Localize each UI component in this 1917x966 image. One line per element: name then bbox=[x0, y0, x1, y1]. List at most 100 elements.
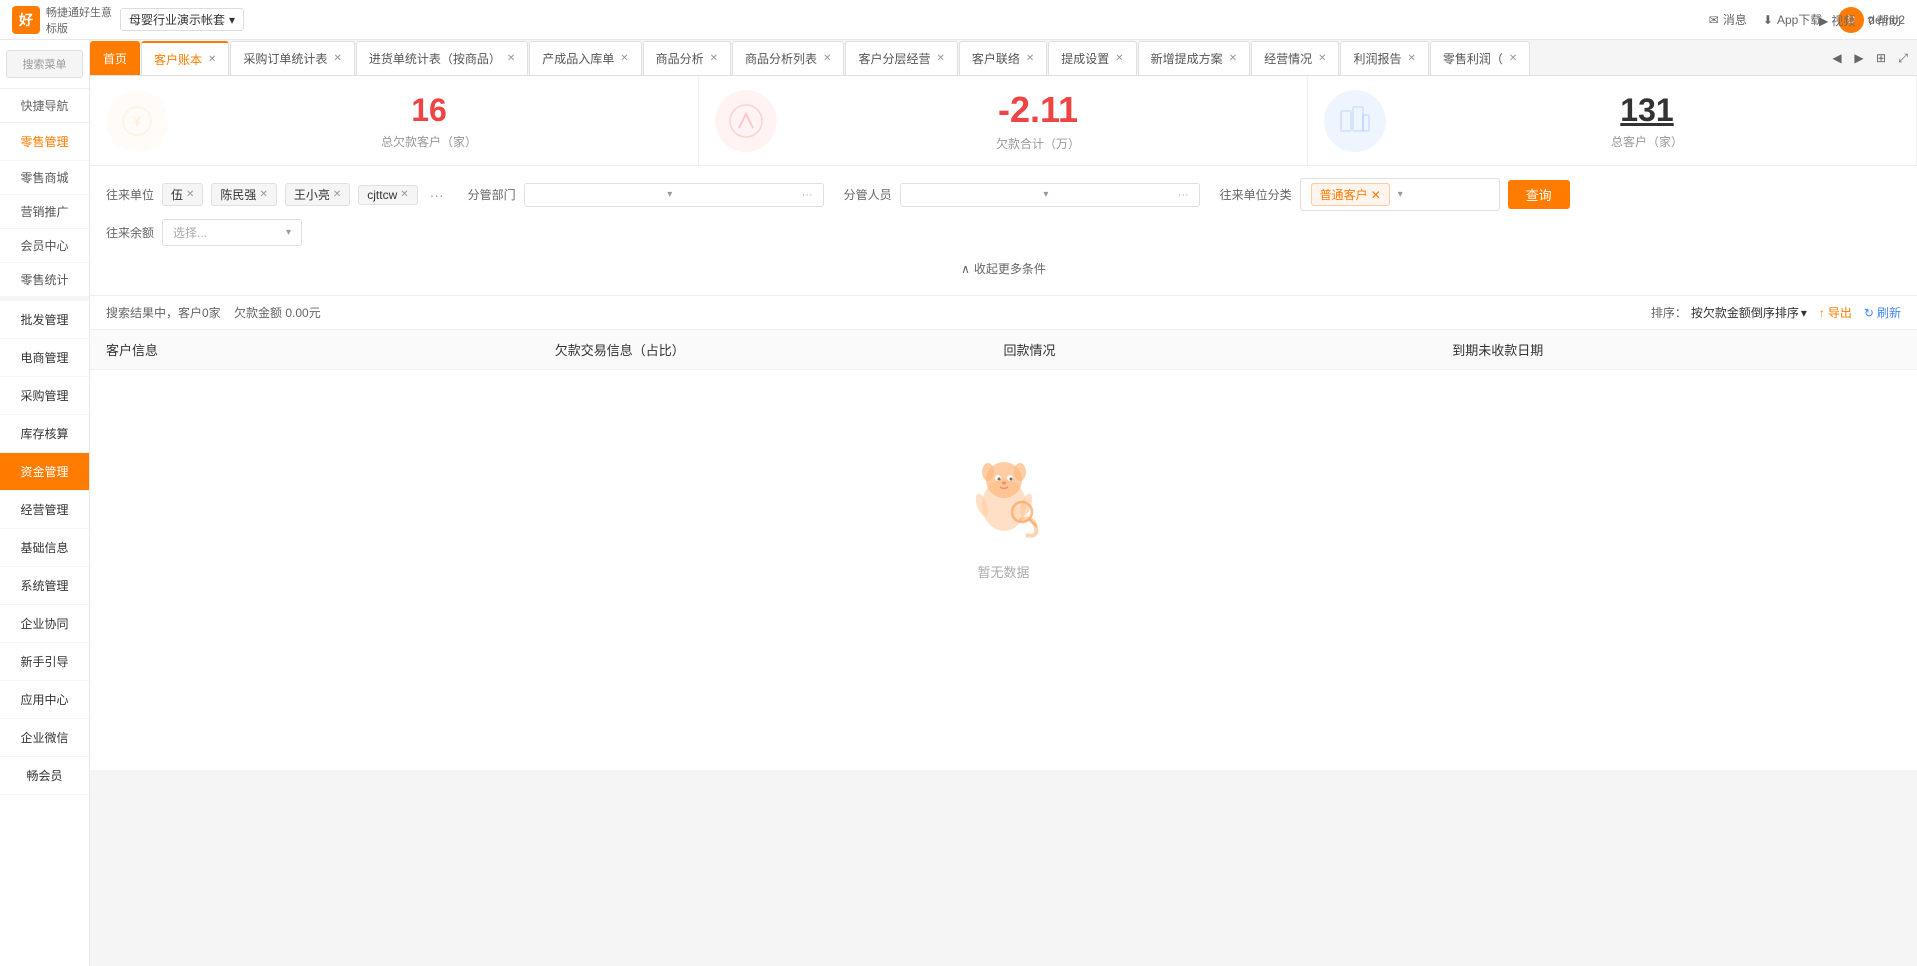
tab-expand[interactable]: ⊞ bbox=[1871, 48, 1891, 68]
sidebar-item-marketing[interactable]: 营销推广 bbox=[0, 195, 89, 229]
collapse-row: ∧ 收起更多条件 bbox=[106, 254, 1901, 283]
tab-close-customer-contact[interactable]: ✕ bbox=[1026, 53, 1034, 64]
tab-promotion-settings[interactable]: 提成设置 ✕ bbox=[1048, 41, 1136, 75]
search-menu-button[interactable]: 搜索菜单 bbox=[6, 50, 83, 78]
category-tag-normal[interactable]: 普通客户 ✕ bbox=[1311, 183, 1390, 206]
th-customer-info: 客户信息 bbox=[106, 340, 555, 359]
empty-state: 暂无数据 bbox=[90, 370, 1917, 661]
sidebar-item-wholesale[interactable]: 批发管理 bbox=[0, 301, 89, 339]
quick-nav-button[interactable]: 快捷导航 bbox=[0, 89, 89, 123]
tab-close-ops-status[interactable]: ✕ bbox=[1318, 53, 1326, 64]
tab-close-retail-profit[interactable]: ✕ bbox=[1509, 53, 1517, 64]
dept-extra-btn[interactable]: ··· bbox=[802, 189, 813, 201]
amount-select[interactable]: 选择... ▾ bbox=[162, 219, 302, 246]
sidebar-item-app-center[interactable]: 应用中心 bbox=[0, 681, 89, 719]
sidebar-item-inventory[interactable]: 库存核算 bbox=[0, 415, 89, 453]
stat-icon-customers: ¥ bbox=[106, 90, 168, 152]
stat-card-customers: ¥ 16 总欠款客户（家） bbox=[90, 76, 699, 165]
tab-product-analysis[interactable]: 商品分析 ✕ bbox=[643, 41, 731, 75]
sidebar-item-corp-wechat[interactable]: 企业微信 bbox=[0, 719, 89, 757]
sidebar-item-retail-stats[interactable]: 零售统计 bbox=[0, 263, 89, 297]
tab-purchase-order[interactable]: 采购订单统计表 ✕ bbox=[230, 41, 354, 75]
tab-customer-accounts[interactable]: 客户账本 ✕ bbox=[141, 41, 229, 75]
tab-close-new-promotion[interactable]: ✕ bbox=[1229, 53, 1237, 64]
logo-text: 畅捷通好生意 标版 bbox=[46, 4, 112, 36]
svg-text:¥: ¥ bbox=[132, 113, 141, 129]
sidebar-item-vip[interactable]: 畅会员 bbox=[0, 757, 89, 795]
sidebar-item-purchase[interactable]: 采购管理 bbox=[0, 377, 89, 415]
sidebar-search-area: 搜索菜单 bbox=[0, 40, 89, 89]
table-header: 客户信息 欠款交易信息（占比） 回款情况 到期未收款日期 bbox=[90, 330, 1917, 370]
sort-select[interactable]: 按欠款金额倒序排序 ▾ bbox=[1691, 304, 1807, 321]
sidebar-item-retail-mall[interactable]: 零售商城 bbox=[0, 161, 89, 195]
tab-customer-segment[interactable]: 客户分层经营 ✕ bbox=[845, 41, 957, 75]
tab-purchase-stats[interactable]: 进货单统计表（按商品） ✕ bbox=[356, 41, 528, 75]
empty-text: 暂无数据 bbox=[977, 562, 1029, 581]
refresh-button[interactable]: ↻ 刷新 bbox=[1864, 304, 1901, 321]
sidebar-item-basic-info[interactable]: 基础信息 bbox=[0, 529, 89, 567]
query-button[interactable]: 查询 bbox=[1508, 180, 1570, 209]
tab-close-purchase-stats[interactable]: ✕ bbox=[507, 53, 515, 64]
stat-card-total: 131 总客户（家） bbox=[1308, 76, 1917, 165]
tab-ops-status[interactable]: 经营情况 ✕ bbox=[1251, 41, 1339, 75]
tab-close-customer-accounts[interactable]: ✕ bbox=[208, 54, 216, 65]
result-actions: 排序： 按欠款金额倒序排序 ▾ ↑ 导出 ↻ 刷新 bbox=[1651, 304, 1901, 321]
tab-home[interactable]: 首页 bbox=[90, 41, 140, 75]
export-button[interactable]: ↑ 导出 bbox=[1819, 304, 1852, 321]
tab-nav-buttons: ◀ ▶ ⊞ ⤢ bbox=[1823, 40, 1917, 76]
category-chevron-icon: ▾ bbox=[1398, 189, 1403, 200]
tab-customer-contact[interactable]: 客户联络 ✕ bbox=[959, 41, 1047, 75]
tab-close-customer-segment[interactable]: ✕ bbox=[936, 53, 944, 64]
collapse-button[interactable]: ∧ 收起更多条件 bbox=[106, 254, 1901, 283]
export-icon: ↑ bbox=[1819, 306, 1825, 320]
sidebar-item-retail-mgmt[interactable]: 零售管理 bbox=[0, 123, 89, 161]
sidebar-item-new-guide[interactable]: 新手引导 bbox=[0, 643, 89, 681]
filter-row-2: 往来余额 选择... ▾ bbox=[106, 219, 1901, 246]
tab-new-promotion[interactable]: 新增提成方案 ✕ bbox=[1138, 41, 1250, 75]
dept-select[interactable]: ▾ ··· bbox=[524, 183, 824, 207]
tag-close-4[interactable]: ✕ bbox=[400, 189, 408, 200]
account-selector[interactable]: 母婴行业演示帐套 ▾ bbox=[120, 8, 244, 31]
category-select[interactable]: 普通客户 ✕ ▾ bbox=[1300, 178, 1500, 211]
tab-product-inbound[interactable]: 产成品入库单 ✕ bbox=[529, 41, 641, 75]
filter-tag-unit-2[interactable]: 陈民强 ✕ bbox=[211, 183, 276, 206]
stat-info-total: 131 总客户（家） bbox=[1611, 92, 1683, 150]
sidebar-item-member-center[interactable]: 会员中心 bbox=[0, 229, 89, 263]
more-tags-dots[interactable]: ··· bbox=[426, 185, 448, 205]
tab-scroll-right[interactable]: ▶ bbox=[1849, 48, 1869, 68]
tag-close-3[interactable]: ✕ bbox=[333, 189, 341, 200]
tab-retail-profit[interactable]: 零售利润（ ✕ bbox=[1430, 41, 1530, 75]
sidebar-item-ops[interactable]: 经营管理 bbox=[0, 491, 89, 529]
stat-label-debt: 欠款合计（万） bbox=[996, 135, 1080, 152]
tag-close-1[interactable]: ✕ bbox=[186, 189, 194, 200]
filter-tag-unit-4[interactable]: cjttcw ✕ bbox=[358, 185, 417, 205]
unit-filter-label: 往来单位 bbox=[106, 186, 154, 203]
tag-close-2[interactable]: ✕ bbox=[259, 189, 267, 200]
tab-close-promotion-settings[interactable]: ✕ bbox=[1115, 53, 1123, 64]
stat-number-debt: -2.11 bbox=[996, 89, 1080, 131]
stat-label-total: 总客户（家） bbox=[1611, 133, 1683, 150]
tab-scroll-left[interactable]: ◀ bbox=[1827, 48, 1847, 68]
sidebar-item-ecommerce[interactable]: 电商管理 bbox=[0, 339, 89, 377]
tab-profit-report[interactable]: 利润报告 ✕ bbox=[1340, 41, 1428, 75]
filter-tag-unit-3[interactable]: 王小亮 ✕ bbox=[285, 183, 350, 206]
category-tag-close[interactable]: ✕ bbox=[1371, 188, 1381, 202]
tab-close-product-analysis-list[interactable]: ✕ bbox=[823, 53, 831, 64]
tab-fullscreen[interactable]: ⤢ bbox=[1893, 48, 1913, 68]
top-bar-left: 好 畅捷通好生意 标版 母婴行业演示帐套 ▾ bbox=[12, 4, 244, 36]
sidebar-item-sys[interactable]: 系统管理 bbox=[0, 567, 89, 605]
amount-filter-label: 往来余额 bbox=[106, 224, 154, 241]
tab-product-analysis-list[interactable]: 商品分析列表 ✕ bbox=[732, 41, 844, 75]
tab-close-product-inbound[interactable]: ✕ bbox=[620, 53, 628, 64]
app-download-action[interactable]: ⬇ App下载 bbox=[1763, 11, 1822, 28]
filter-tag-unit-1[interactable]: 伍 ✕ bbox=[162, 183, 203, 206]
stats-row: ¥ 16 总欠款客户（家） bbox=[90, 76, 1917, 166]
sidebar-item-corp-coop[interactable]: 企业协同 bbox=[0, 605, 89, 643]
personnel-extra-btn[interactable]: ··· bbox=[1178, 189, 1189, 201]
personnel-select[interactable]: ▾ ··· bbox=[900, 183, 1200, 207]
tab-close-purchase-order[interactable]: ✕ bbox=[333, 53, 341, 64]
tab-close-product-analysis[interactable]: ✕ bbox=[710, 53, 718, 64]
tab-close-profit-report[interactable]: ✕ bbox=[1408, 53, 1416, 64]
message-action[interactable]: ✉ 消息 bbox=[1709, 11, 1747, 28]
sidebar-item-capital[interactable]: 资金管理 bbox=[0, 453, 89, 491]
